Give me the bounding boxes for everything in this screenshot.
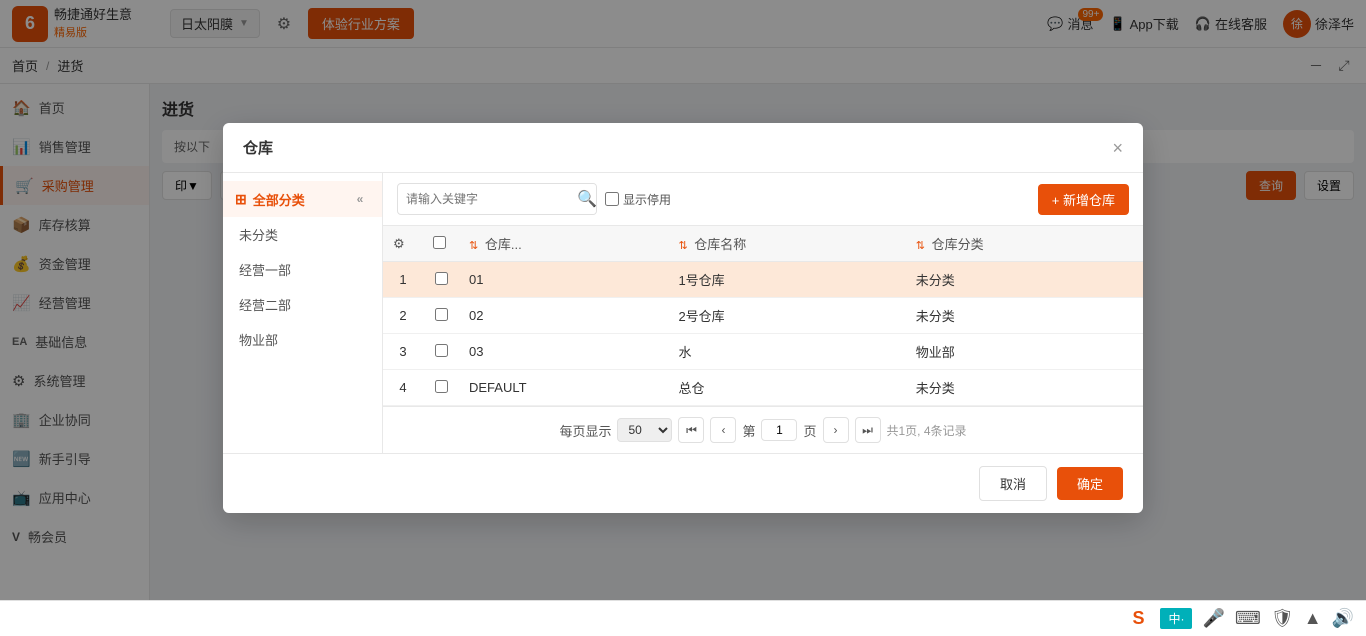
header-category-label: 仓库分类 [932, 237, 984, 252]
table-header: ⚙ ⇅ 仓库... ⇅ 仓库名称 [383, 226, 1143, 262]
row-checkbox[interactable] [435, 380, 448, 393]
next-page-button[interactable]: › [823, 417, 849, 443]
prev-page-button[interactable]: ‹ [710, 417, 736, 443]
category-item-dept2[interactable]: 经营二部 [223, 287, 382, 322]
header-name: ⇅ 仓库名称 [668, 226, 905, 262]
header-gear[interactable]: ⚙ [383, 226, 423, 262]
row-check[interactable] [423, 334, 459, 370]
show-disabled-label[interactable]: 显示停用 [605, 191, 671, 208]
header-check[interactable] [423, 226, 459, 262]
category-panel: ⊞ 全部分类 « 未分类 经营一部 经营二部 物业部 [223, 173, 383, 453]
collapse-button[interactable]: « [350, 189, 370, 209]
taskbar-s-logo: S [1132, 608, 1144, 629]
sort-icon-code: ⇅ [469, 240, 478, 252]
row-name: 1号仓库 [668, 262, 905, 298]
page-number-input[interactable] [761, 419, 797, 441]
table-row[interactable]: 4 DEFAULT 总仓 未分类 [383, 370, 1143, 406]
last-page-button[interactable]: ⏭ [855, 417, 881, 443]
add-warehouse-button[interactable]: + 新增仓库 [1038, 184, 1129, 215]
page-label: 第 [742, 421, 755, 440]
table-body: 1 01 1号仓库 未分类 2 [383, 262, 1143, 406]
header-row: ⚙ ⇅ 仓库... ⇅ 仓库名称 [383, 226, 1143, 262]
row-num: 2 [383, 298, 423, 334]
table-row[interactable]: 1 01 1号仓库 未分类 [383, 262, 1143, 298]
show-disabled-checkbox[interactable] [605, 192, 619, 206]
select-all-checkbox[interactable] [433, 236, 446, 249]
category-item-uncategorized[interactable]: 未分类 [223, 217, 382, 252]
table-panel: 🔍 显示停用 + 新增仓库 ⚙ [383, 173, 1143, 453]
per-page-select[interactable]: 50 100 200 [617, 418, 672, 442]
row-code: 02 [459, 298, 668, 334]
total-info: 共1页, 4条记录 [887, 422, 967, 439]
row-num: 4 [383, 370, 423, 406]
category-item-dept1[interactable]: 经营一部 [223, 252, 382, 287]
modal-footer: 取消 确定 [223, 453, 1143, 513]
table-scroll-area: ⚙ ⇅ 仓库... ⇅ 仓库名称 [383, 226, 1143, 406]
search-box: 🔍 [397, 183, 597, 215]
category-all-label: 全部分类 [253, 190, 305, 209]
per-page-label: 每页显示 [559, 421, 611, 440]
cancel-button[interactable]: 取消 [979, 466, 1047, 501]
table-row[interactable]: 3 03 水 物业部 [383, 334, 1143, 370]
table-row[interactable]: 2 02 2号仓库 未分类 [383, 298, 1143, 334]
taskbar-zh-label[interactable]: 中· [1160, 608, 1192, 629]
modal-title: 仓库 [243, 137, 273, 158]
sort-icon-name: ⇅ [678, 240, 687, 252]
confirm-button[interactable]: 确定 [1057, 467, 1123, 500]
row-num: 3 [383, 334, 423, 370]
row-code: 01 [459, 262, 668, 298]
taskbar-shield-icon[interactable]: 🛡 [1271, 608, 1294, 629]
row-category: 未分类 [906, 370, 1143, 406]
taskbar-mic-icon[interactable]: 🎤 [1202, 608, 1224, 629]
header-category: ⇅ 仓库分类 [906, 226, 1143, 262]
table-toolbar: 🔍 显示停用 + 新增仓库 [383, 173, 1143, 226]
modal-close-button[interactable]: × [1112, 139, 1123, 157]
row-check[interactable] [423, 298, 459, 334]
row-name: 水 [668, 334, 905, 370]
header-name-label: 仓库名称 [694, 237, 746, 252]
page-unit: 页 [803, 421, 816, 440]
search-input[interactable] [398, 187, 569, 211]
taskbar: S 中· 🎤 ⌨ 🛡 ▲ 🔊 [0, 600, 1366, 636]
first-page-button[interactable]: ⏮ [678, 417, 704, 443]
category-item-property[interactable]: 物业部 [223, 322, 382, 357]
pagination-bar: 每页显示 50 100 200 ⏮ ‹ 第 页 › ⏭ 共1页, 4条记录 [383, 406, 1143, 453]
sort-icon-category: ⇅ [916, 240, 925, 252]
taskbar-volume-icon[interactable]: 🔊 [1332, 608, 1354, 629]
search-icon[interactable]: 🔍 [569, 184, 597, 214]
taskbar-keyboard-icon[interactable]: ⌨ [1235, 608, 1261, 629]
row-checkbox[interactable] [435, 308, 448, 321]
row-category: 物业部 [906, 334, 1143, 370]
row-name: 2号仓库 [668, 298, 905, 334]
row-checkbox[interactable] [435, 272, 448, 285]
taskbar-arrow-icon[interactable]: ▲ [1304, 608, 1322, 629]
warehouse-table: ⚙ ⇅ 仓库... ⇅ 仓库名称 [383, 226, 1143, 406]
row-checkbox[interactable] [435, 344, 448, 357]
row-category: 未分类 [906, 262, 1143, 298]
warehouse-modal: 仓库 × ⊞ 全部分类 « 未分类 经营一部 经营二部 物业部 [223, 123, 1143, 513]
header-code: ⇅ 仓库... [459, 226, 668, 262]
row-code: 03 [459, 334, 668, 370]
category-grid-icon: ⊞ [235, 191, 247, 208]
row-check[interactable] [423, 262, 459, 298]
row-check[interactable] [423, 370, 459, 406]
show-disabled-text: 显示停用 [623, 191, 671, 208]
header-code-label: 仓库... [485, 237, 522, 252]
row-category: 未分类 [906, 298, 1143, 334]
row-name: 总仓 [668, 370, 905, 406]
category-all-item[interactable]: ⊞ 全部分类 « [223, 181, 382, 217]
modal-body: ⊞ 全部分类 « 未分类 经营一部 经营二部 物业部 🔍 [223, 173, 1143, 453]
modal-header: 仓库 × [223, 123, 1143, 173]
modal-overlay: 仓库 × ⊞ 全部分类 « 未分类 经营一部 经营二部 物业部 [0, 0, 1366, 636]
row-code: DEFAULT [459, 370, 668, 406]
row-num: 1 [383, 262, 423, 298]
